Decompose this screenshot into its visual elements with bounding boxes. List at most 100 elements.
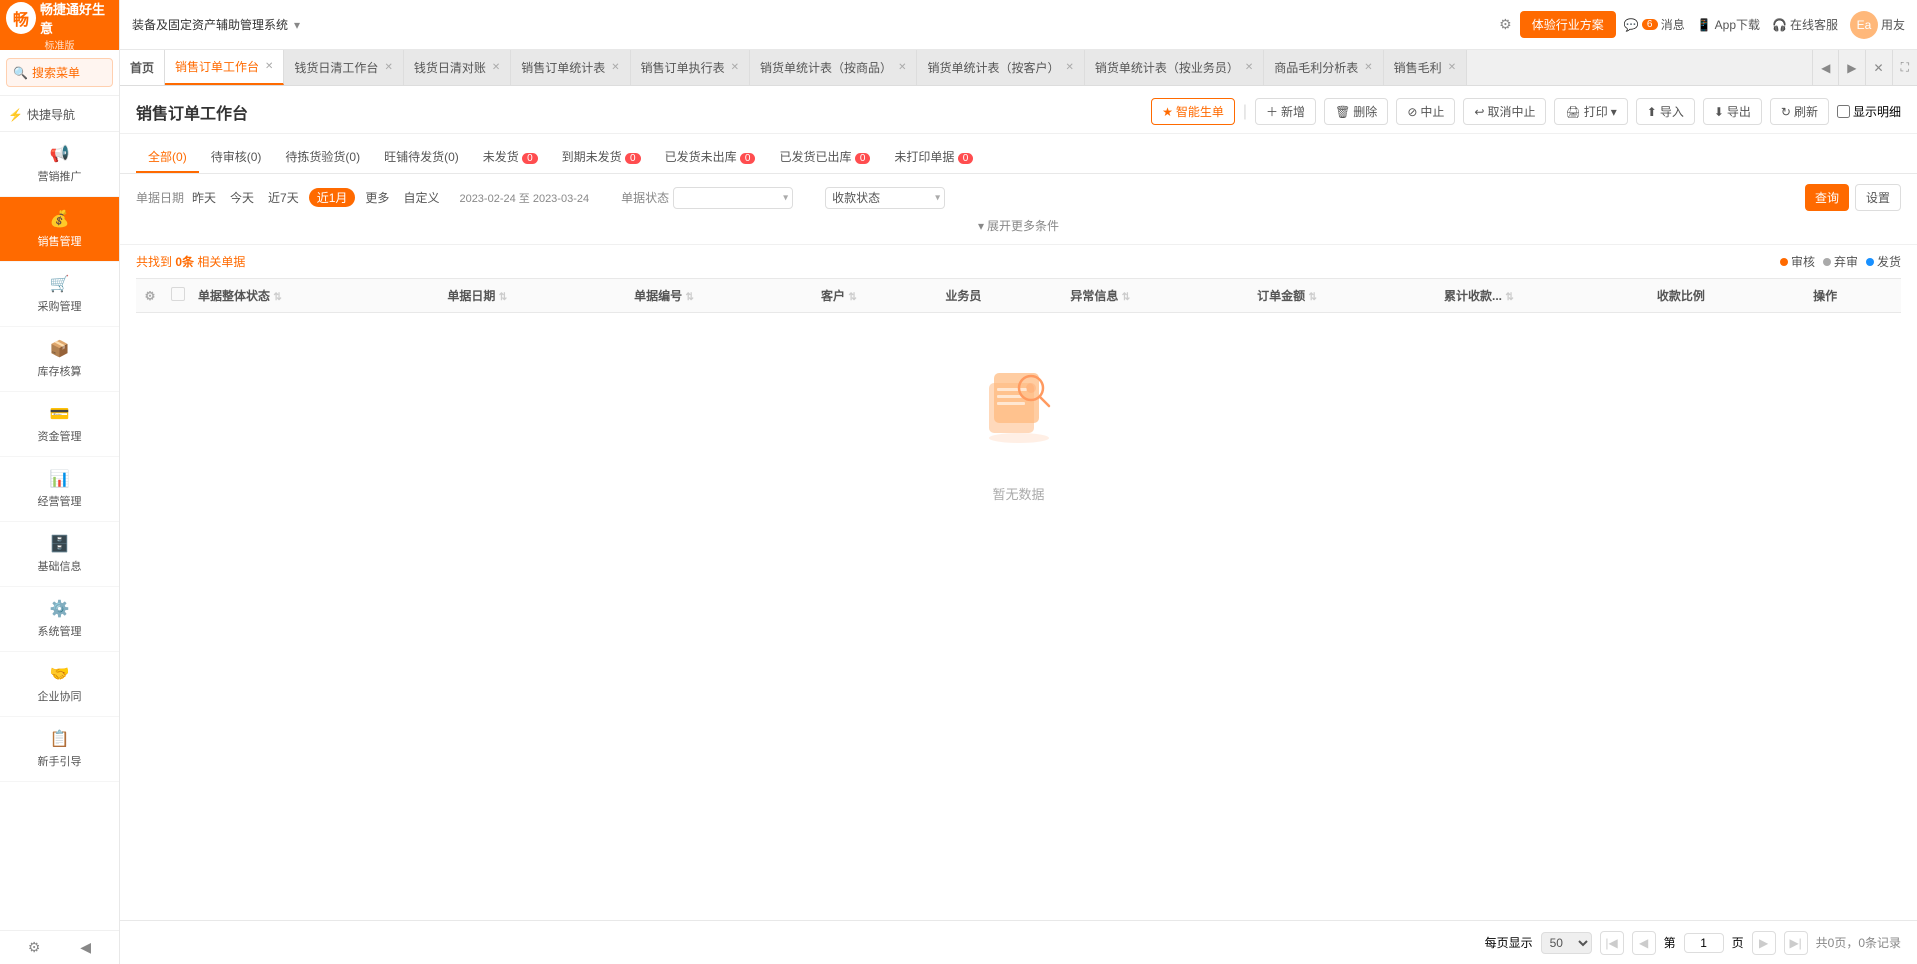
settings-button[interactable]: 设置 (1855, 184, 1901, 211)
date-custom[interactable]: 自定义 (399, 187, 443, 208)
subtab-wangpu[interactable]: 旺铺待发货(0) (372, 142, 471, 173)
tab-sales-summary-customer-close[interactable]: ✕ (1065, 62, 1073, 73)
tab-sales-workbench[interactable]: 销售订单工作台 ✕ (165, 50, 284, 85)
subtab-shipped-out[interactable]: 已发货已出库 0 (767, 142, 882, 173)
search-menu-button[interactable]: 🔍 搜索菜单 (6, 58, 113, 87)
subtab-not-shipped[interactable]: 未发货 0 (471, 142, 550, 173)
app-download-button[interactable]: 📱 App下载 (1697, 16, 1760, 33)
system-dropdown-icon[interactable]: ▾ (294, 18, 300, 32)
page-prev-button[interactable]: ◀ (1632, 931, 1656, 955)
stop-button[interactable]: ⊘ 中止 (1396, 98, 1455, 125)
display-detail-checkbox[interactable] (1837, 105, 1850, 118)
th-customer-sort[interactable]: ⇅ (848, 292, 856, 303)
import-button[interactable]: ⬆ 导入 (1636, 98, 1695, 125)
tab-gross-margin[interactable]: 商品毛利分析表 ✕ (1264, 50, 1383, 85)
payment-status-select[interactable]: 收款状态 (825, 187, 945, 209)
unconfirm-button[interactable]: 弃审 (1823, 253, 1858, 270)
tab-prev-button[interactable]: ◀ (1812, 50, 1838, 85)
th-abnormal-sort[interactable]: ⇅ (1122, 292, 1130, 303)
tab-sales-summary-staff[interactable]: 销货单统计表（按业务员） ✕ (1085, 50, 1264, 85)
tab-sales-workbench-close[interactable]: ✕ (265, 61, 273, 72)
display-detail-toggle[interactable]: 显示明细 (1837, 103, 1901, 120)
sidebar-item-finance[interactable]: 💳 资金管理 (0, 392, 119, 457)
sidebar-item-operation[interactable]: 📊 经营管理 (0, 457, 119, 522)
tab-sales-profit[interactable]: 销售毛利 ✕ (1384, 50, 1467, 85)
th-check[interactable] (164, 279, 192, 313)
collapse-sidebar-icon[interactable]: ◀ (80, 939, 91, 956)
subtab-shipped-not-out[interactable]: 已发货未出库 0 (653, 142, 768, 173)
tab-sales-stats-close[interactable]: ✕ (611, 62, 619, 73)
tab-gross-margin-close[interactable]: ✕ (1364, 62, 1372, 73)
tab-sales-summary-customer[interactable]: 销货单统计表（按客户） ✕ (917, 50, 1084, 85)
tab-fullscreen-button[interactable]: ⛶ (1892, 50, 1917, 85)
export-button[interactable]: ⬇ 导出 (1703, 98, 1762, 125)
date-last1m[interactable]: 近1月 (309, 188, 356, 207)
sidebar-item-guide[interactable]: 📋 新手引导 (0, 717, 119, 782)
tab-cash-daily-close[interactable]: ✕ (384, 62, 392, 73)
sidebar-item-system[interactable]: ⚙️ 系统管理 (0, 587, 119, 652)
refresh-button[interactable]: ↻ 刷新 (1770, 98, 1829, 125)
subtab-not-printed[interactable]: 未打印单据 0 (882, 142, 985, 173)
tab-sales-exec[interactable]: 销售订单执行表 ✕ (631, 50, 750, 85)
topbar-gear-icon[interactable]: ⚙ (1499, 16, 1512, 33)
tab-next-button[interactable]: ▶ (1838, 50, 1864, 85)
tab-sales-summary-staff-close[interactable]: ✕ (1245, 62, 1253, 73)
page-last-button[interactable]: ▶| (1784, 931, 1808, 955)
smart-create-button[interactable]: ★ 智能生单 (1151, 98, 1235, 125)
settings-bottom-icon[interactable]: ⚙ (28, 939, 41, 956)
page-input[interactable] (1684, 933, 1724, 953)
th-gear[interactable]: ⚙ (136, 279, 164, 313)
message-button[interactable]: 💬 6 消息 (1624, 16, 1685, 33)
subtab-pending-review[interactable]: 待审核(0) (199, 142, 274, 173)
sidebar-item-enterprise[interactable]: 🤝 企业协同 (0, 652, 119, 717)
date-last7[interactable]: 近7天 (264, 187, 303, 208)
sidebar-item-purchase[interactable]: 🛒 采购管理 (0, 262, 119, 327)
page-size-select[interactable]: 50 100 200 (1541, 932, 1592, 954)
header-checkbox[interactable] (171, 287, 185, 301)
sidebar-item-basic[interactable]: 🗄️ 基础信息 (0, 522, 119, 587)
tab-sales-exec-close[interactable]: ✕ (731, 62, 739, 73)
sidebar-item-sales[interactable]: 💰 销售管理 (0, 197, 119, 262)
th-status-sort[interactable]: ⇅ (273, 292, 281, 303)
tab-sales-summary-product[interactable]: 销货单统计表（按商品） ✕ (750, 50, 917, 85)
date-today[interactable]: 今天 (226, 187, 258, 208)
tab-home[interactable]: 首页 (120, 50, 165, 85)
expand-more-button[interactable]: ▾ 展开更多条件 (978, 217, 1059, 234)
tab-cash-account[interactable]: 钱货日清对账 ✕ (404, 50, 511, 85)
th-date: 单据日期 ⇅ (441, 279, 628, 313)
query-button[interactable]: 查询 (1805, 184, 1849, 211)
subtab-overdue[interactable]: 到期未发货 0 (550, 142, 653, 173)
tab-cash-account-close[interactable]: ✕ (492, 62, 500, 73)
subtab-pending-inspect[interactable]: 待拣货验货(0) (273, 142, 372, 173)
tab-close-all-button[interactable]: ✕ (1865, 50, 1892, 85)
date-yesterday[interactable]: 昨天 (188, 187, 220, 208)
subtab-all[interactable]: 全部(0) (136, 142, 199, 173)
delete-label: 删除 (1353, 103, 1377, 120)
th-date-sort[interactable]: ⇅ (499, 292, 507, 303)
user-menu[interactable]: Ea 用友 (1850, 11, 1905, 39)
quick-nav[interactable]: ⚡ 快捷导航 (8, 102, 111, 127)
cancel-stop-button[interactable]: ↩ 取消中止 (1463, 98, 1546, 125)
online-service-button[interactable]: 🎧 在线客服 (1772, 16, 1838, 33)
unconfirm-label: 弃审 (1834, 253, 1858, 270)
status-select[interactable] (673, 187, 793, 209)
empty-svg (969, 353, 1069, 453)
date-more[interactable]: 更多 (361, 187, 393, 208)
ship-button[interactable]: 发货 (1866, 253, 1901, 270)
th-number-sort[interactable]: ⇅ (686, 292, 694, 303)
industry-solution-button[interactable]: 体验行业方案 (1520, 11, 1616, 38)
tab-sales-stats[interactable]: 销售订单统计表 ✕ (511, 50, 630, 85)
th-collected-sort[interactable]: ⇅ (1505, 292, 1513, 303)
review-button[interactable]: 审核 (1780, 253, 1815, 270)
tab-sales-summary-product-close[interactable]: ✕ (898, 62, 906, 73)
page-first-button[interactable]: |◀ (1600, 931, 1624, 955)
tab-cash-daily[interactable]: 钱货日清工作台 ✕ (284, 50, 403, 85)
tab-sales-profit-close[interactable]: ✕ (1448, 62, 1456, 73)
sidebar-item-marketing[interactable]: 📢 营销推广 (0, 132, 119, 197)
delete-button[interactable]: 🗑 删除 (1324, 98, 1388, 125)
add-button[interactable]: ＋ 新增 (1255, 98, 1316, 125)
page-next-button[interactable]: ▶ (1752, 931, 1776, 955)
sidebar-item-inventory[interactable]: 📦 库存核算 (0, 327, 119, 392)
print-button[interactable]: 🖨 打印 ▾ (1554, 98, 1627, 125)
th-amount-sort[interactable]: ⇅ (1309, 292, 1317, 303)
